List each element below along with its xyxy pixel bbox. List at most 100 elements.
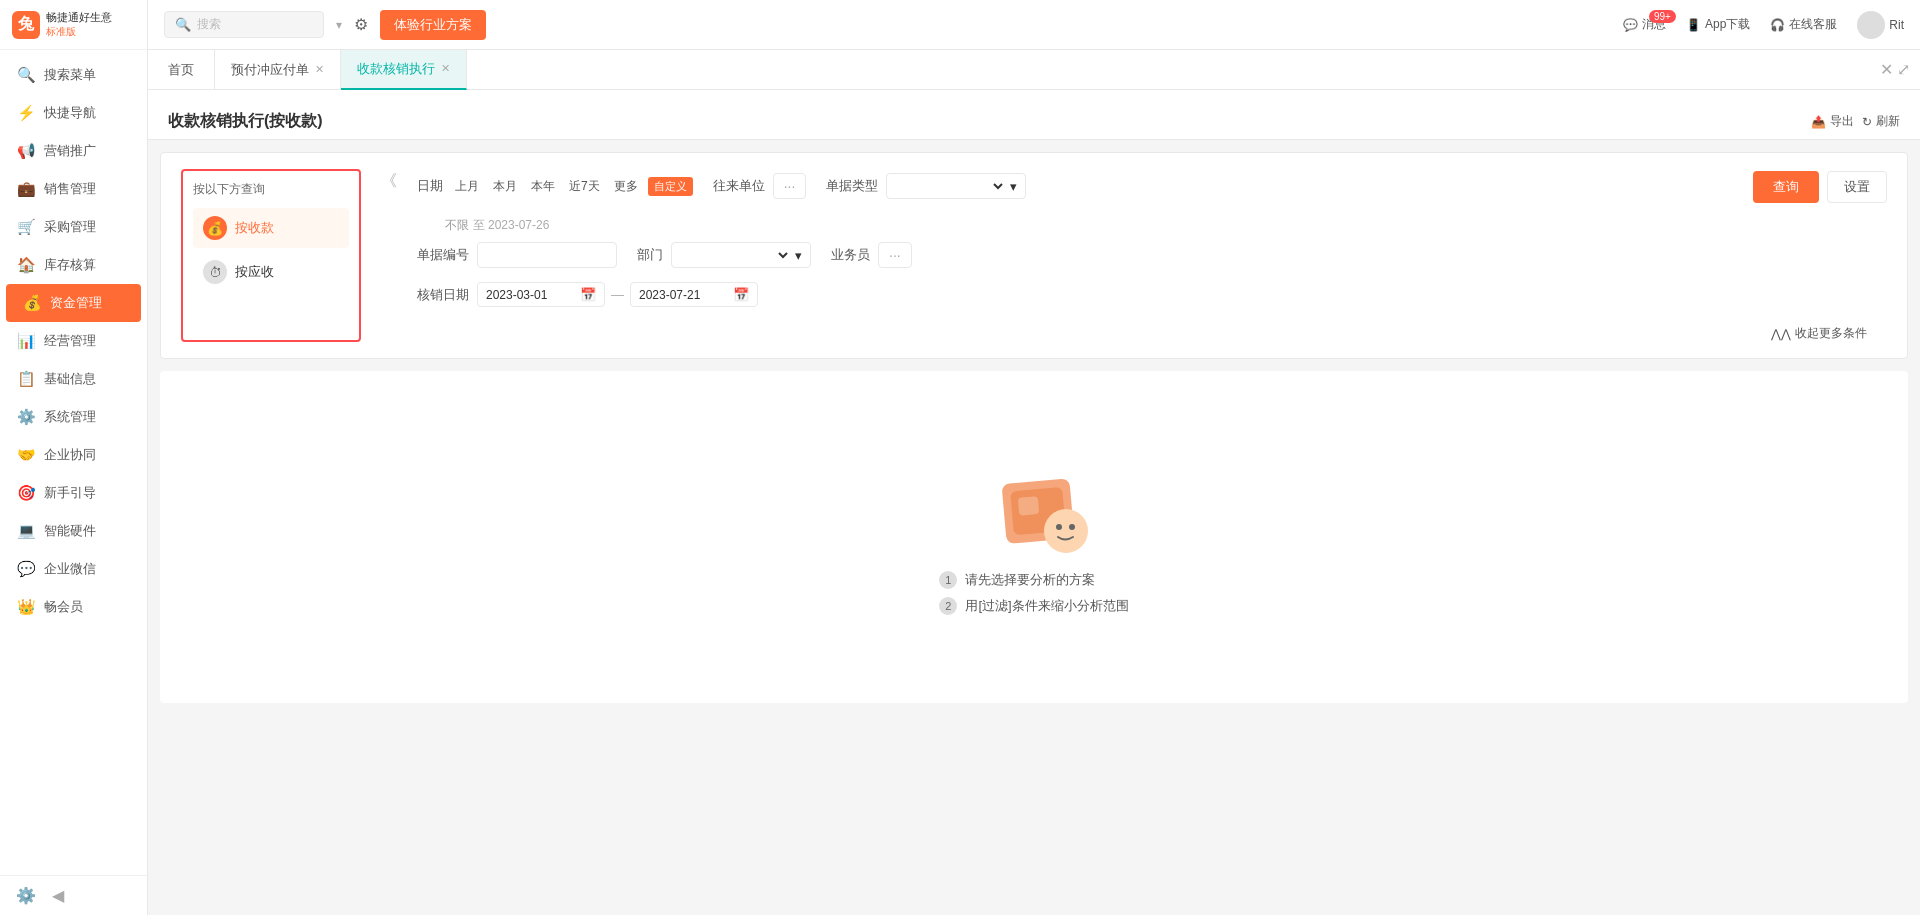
topbar: 🔍 搜索 ▾ ⚙ 体验行业方案 💬 消息 99+ 📱 App下载 🎧 在线客服 …	[148, 0, 1920, 50]
expand-tab-icon[interactable]: ⤢	[1897, 60, 1910, 79]
inventory-icon: 🏠	[16, 256, 36, 274]
page-title: 收款核销执行(按收款)	[168, 111, 323, 132]
date-field: 日期 上月 本月 本年 近7天 更多 自定义	[417, 176, 693, 197]
app-icon: 📱	[1686, 18, 1701, 32]
topbar-chevron-icon[interactable]: ▾	[336, 18, 342, 32]
sidebar-item-sales[interactable]: 💼 销售管理	[0, 170, 147, 208]
topbar-gear-icon[interactable]: ⚙	[354, 15, 368, 34]
tab-home[interactable]: 首页	[148, 50, 215, 90]
dept-select-wrap: ▾	[671, 242, 811, 268]
sidebar-item-hardware[interactable]: 💻 智能硬件	[0, 512, 147, 550]
message-badge: 99+	[1649, 10, 1676, 23]
voucher-label: 单据编号	[417, 246, 469, 264]
filter-option-by-receipt[interactable]: 💰 按收款	[193, 208, 349, 248]
collapse-chevron-icon: ⋀⋀	[1771, 327, 1791, 341]
sidebar-item-tutorial[interactable]: 🎯 新手引导	[0, 474, 147, 512]
filter-option-by-receivable[interactable]: ⏱ 按应收	[193, 252, 349, 292]
export-icon: 📤	[1811, 115, 1826, 129]
export-button[interactable]: 📤 导出	[1811, 113, 1854, 130]
dept-select[interactable]	[680, 247, 791, 263]
refresh-button[interactable]: ↻ 刷新	[1862, 113, 1900, 130]
staff-select-button[interactable]: ···	[878, 242, 912, 268]
svg-point-3	[1056, 524, 1062, 530]
empty-tip-2: 2 用[过滤]条件来缩小分析范围	[939, 597, 1128, 615]
message-button[interactable]: 💬 消息 99+	[1623, 16, 1666, 33]
filter-collapse-arrow[interactable]: 《	[381, 169, 397, 342]
page-header: 收款核销执行(按收款) 📤 导出 ↻ 刷新	[148, 90, 1920, 140]
tab-prepay[interactable]: 预付冲应付单 ✕	[215, 50, 341, 90]
system-icon: ⚙️	[16, 408, 36, 426]
sidebar-bottom: ⚙️ ◀	[0, 875, 147, 915]
sidebar-item-system[interactable]: ⚙️ 系统管理	[0, 398, 147, 436]
doc-type-select[interactable]	[895, 178, 1006, 194]
tabbar-actions: ✕ ⤢	[1880, 60, 1920, 79]
tab-receipt[interactable]: 收款核销执行 ✕	[341, 50, 467, 90]
verify-date-to-calendar-icon[interactable]: 📅	[733, 287, 749, 302]
sidebar-item-marketing[interactable]: 📢 营销推广	[0, 132, 147, 170]
collapse-sidebar-icon[interactable]: ◀	[52, 886, 64, 905]
svg-point-4	[1069, 524, 1075, 530]
partner-select-button[interactable]: ···	[773, 173, 807, 199]
tab-prepay-close-icon[interactable]: ✕	[315, 63, 324, 76]
sidebar-item-inventory[interactable]: 🏠 库存核算	[0, 246, 147, 284]
verify-date-from-wrap: 📅	[477, 282, 605, 307]
filter-row-2: 单据编号 部门 ▾ 业务员 ···	[417, 242, 1887, 268]
empty-tip-1: 1 请先选择要分析的方案	[939, 571, 1128, 589]
topbar-search[interactable]: 🔍 搜索	[164, 11, 324, 38]
voucher-input[interactable]	[477, 242, 617, 268]
sidebar-item-collab[interactable]: 🤝 企业协同	[0, 436, 147, 474]
sidebar-item-member[interactable]: 👑 畅会员	[0, 588, 147, 626]
sidebar-item-finance[interactable]: 💰 资金管理	[6, 284, 141, 322]
dept-field: 部门 ▾	[637, 242, 811, 268]
wechat-icon: 💬	[16, 560, 36, 578]
verify-date-to-input[interactable]	[639, 288, 729, 302]
date-shortcuts: 上月 本月 本年 近7天 更多 自定义	[451, 176, 693, 197]
filter-panel: 按以下方查询 💰 按收款 ⏱ 按应收 《 日期	[160, 152, 1908, 359]
date-last-month[interactable]: 上月	[451, 176, 483, 197]
username: Rit	[1889, 18, 1904, 32]
industry-plan-button[interactable]: 体验行业方案	[380, 10, 486, 40]
sidebar-menu: 🔍 搜索菜单 ⚡ 快捷导航 📢 营销推广 💼 销售管理 🛒 采购管理 🏠 库存核…	[0, 50, 147, 875]
finance-icon: 💰	[22, 294, 42, 312]
logo-icon: 兔	[12, 11, 40, 39]
collapse-bar: ⋀⋀ 收起更多条件	[417, 317, 1887, 342]
sidebar-item-search[interactable]: 🔍 搜索菜单	[0, 56, 147, 94]
app-download-button[interactable]: 📱 App下载	[1686, 16, 1750, 33]
date-this-year[interactable]: 本年	[527, 176, 559, 197]
collapse-more-button[interactable]: ⋀⋀ 收起更多条件	[1771, 325, 1867, 342]
close-tab-icon[interactable]: ✕	[1880, 60, 1893, 79]
verify-date-from-calendar-icon[interactable]: 📅	[580, 287, 596, 302]
purchase-icon: 🛒	[16, 218, 36, 236]
by-receivable-icon: ⏱	[203, 260, 227, 284]
sidebar-item-purchase[interactable]: 🛒 采购管理	[0, 208, 147, 246]
sidebar-item-quick-nav[interactable]: ⚡ 快捷导航	[0, 94, 147, 132]
tutorial-icon: 🎯	[16, 484, 36, 502]
tabbar: 首页 预付冲应付单 ✕ 收款核销执行 ✕ ✕ ⤢	[148, 50, 1920, 90]
sidebar-item-basic-info[interactable]: 📋 基础信息	[0, 360, 147, 398]
settings-bottom-icon[interactable]: ⚙️	[16, 886, 36, 905]
date-more[interactable]: 更多	[610, 176, 642, 197]
verify-date-from-input[interactable]	[486, 288, 576, 302]
staff-label: 业务员	[831, 246, 870, 264]
avatar	[1857, 11, 1885, 39]
sidebar-item-management[interactable]: 📊 经营管理	[0, 322, 147, 360]
date-unlimited-label: 不限	[445, 218, 469, 232]
filter-panel-title: 按以下方查询	[193, 181, 349, 198]
query-button[interactable]: 查询	[1753, 171, 1819, 203]
settings-button[interactable]: 设置	[1827, 171, 1887, 203]
date-custom[interactable]: 自定义	[648, 177, 693, 196]
refresh-icon: ↻	[1862, 115, 1872, 129]
sidebar-item-wechat[interactable]: 💬 企业微信	[0, 550, 147, 588]
empty-illustration	[984, 451, 1084, 551]
collab-icon: 🤝	[16, 446, 36, 464]
doc-type-field: 单据类型 ▾	[826, 173, 1026, 199]
date-this-month[interactable]: 本月	[489, 176, 521, 197]
date-7days[interactable]: 近7天	[565, 176, 604, 197]
service-icon: 🎧	[1770, 18, 1785, 32]
user-avatar-area[interactable]: Rit	[1857, 11, 1904, 39]
search-icon: 🔍	[16, 66, 36, 84]
online-service-button[interactable]: 🎧 在线客服	[1770, 16, 1837, 33]
topbar-right: 💬 消息 99+ 📱 App下载 🎧 在线客服 Rit	[1623, 11, 1904, 39]
tab-receipt-close-icon[interactable]: ✕	[441, 62, 450, 75]
marketing-icon: 📢	[16, 142, 36, 160]
